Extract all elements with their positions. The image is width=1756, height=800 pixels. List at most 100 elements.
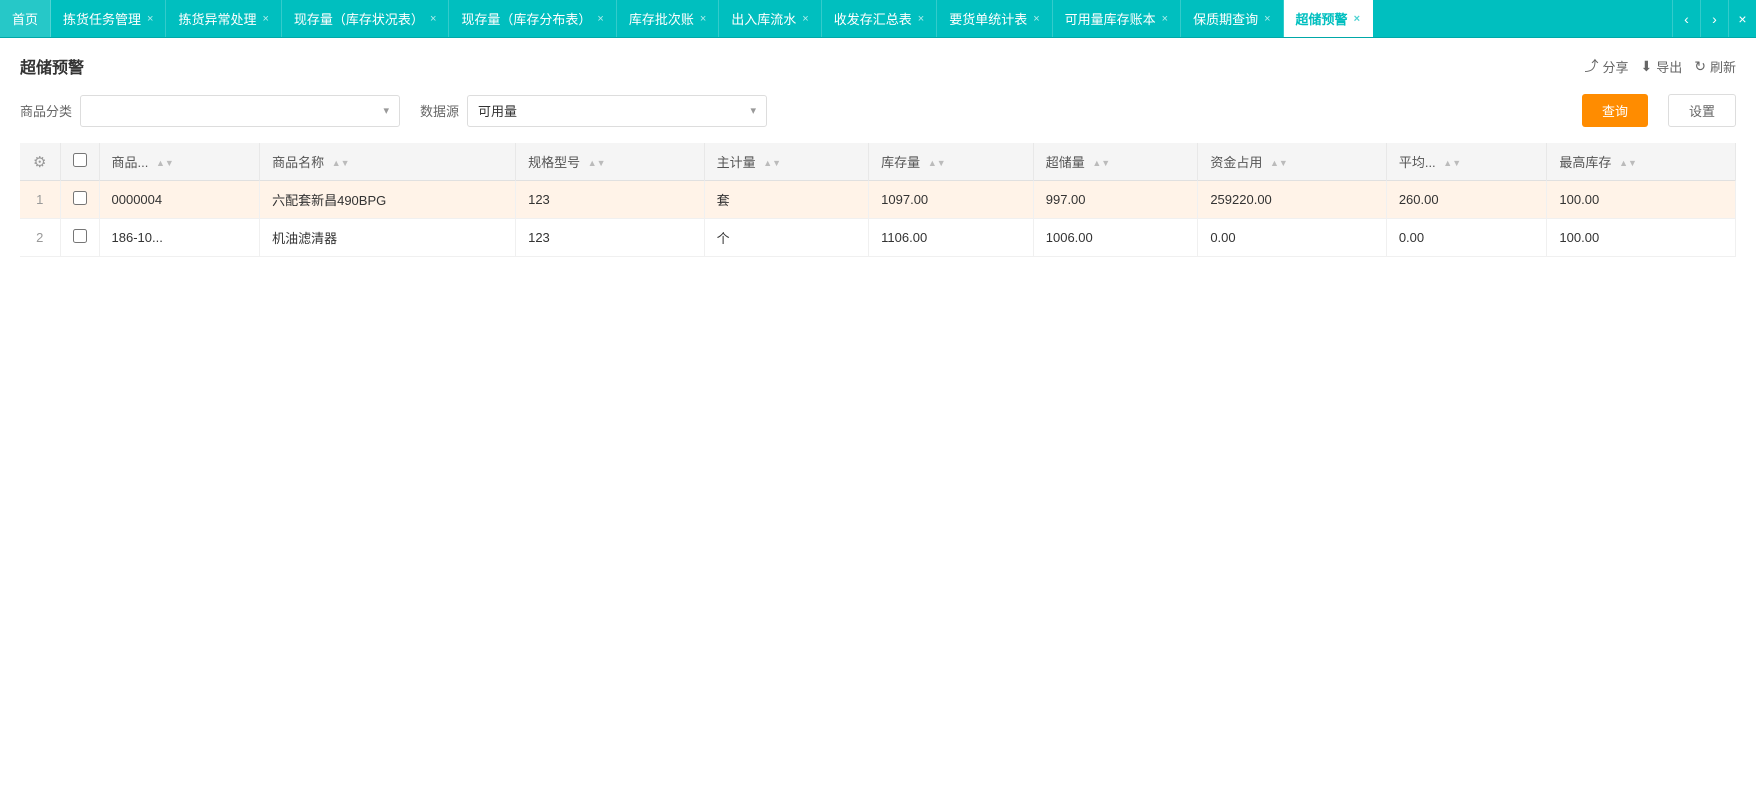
gear-header: ⚙ — [20, 143, 60, 181]
col-avg-label: 平均... — [1399, 155, 1436, 170]
datasource-select-value: 可用量 — [478, 101, 517, 120]
col-unit[interactable]: 主计量 ▲▼ — [704, 143, 869, 181]
cell-max-stock: 100.00 — [1547, 219, 1736, 257]
cell-spec: 123 — [516, 181, 705, 219]
row-checkbox[interactable] — [73, 229, 87, 243]
nav-tab-7[interactable]: 收发存汇总表 × — [822, 0, 937, 37]
col-product-code[interactable]: 商品... ▲▼ — [99, 143, 260, 181]
table-header-row: ⚙ 商品... ▲▼ 商品名称 ▲▼ 规格型号 ▲▼ — [20, 143, 1736, 181]
cell-avg: 0.00 — [1386, 219, 1547, 257]
nav-tab-4-close[interactable]: × — [597, 13, 603, 25]
cell-overstock: 997.00 — [1033, 181, 1198, 219]
select-all-checkbox[interactable] — [73, 153, 87, 167]
nav-tab-11-close[interactable]: × — [1354, 13, 1360, 25]
gear-settings-icon[interactable]: ⚙ — [33, 154, 46, 171]
nav-tab-11-label: 超储预警 — [1296, 9, 1348, 28]
category-select[interactable]: ▾ — [80, 95, 400, 127]
cell-overstock: 1006.00 — [1033, 219, 1198, 257]
datasource-select[interactable]: 可用量 ▾ — [467, 95, 767, 127]
sort-icon-0: ▲▼ — [156, 159, 174, 168]
nav-tab-4[interactable]: 现存量（库存分布表） × — [449, 0, 616, 37]
query-button[interactable]: 查询 — [1582, 94, 1648, 127]
nav-tab-9[interactable]: 可用量库存账本 × — [1053, 0, 1181, 37]
col-unit-label: 主计量 — [717, 155, 756, 170]
nav-tab-1-close[interactable]: × — [147, 13, 153, 25]
refresh-button[interactable]: ↻ 刷新 — [1694, 57, 1736, 76]
col-spec-label: 规格型号 — [528, 155, 580, 170]
nav-tab-7-close[interactable]: × — [918, 13, 924, 25]
col-stock-label: 库存量 — [881, 155, 920, 170]
export-button[interactable]: ⬇ 导出 — [1641, 57, 1683, 76]
nav-tab-4-label: 现存量（库存分布表） — [461, 9, 591, 28]
nav-tab-home-label: 首页 — [12, 9, 38, 28]
nav-tab-5-close[interactable]: × — [700, 13, 706, 25]
row-number: 1 — [20, 181, 60, 219]
datasource-filter-label: 数据源 — [420, 101, 459, 120]
page-content: 超储预警 ⤴ 分享 ⬇ 导出 ↻ 刷新 商品分类 ▾ 数据源 — [0, 38, 1756, 800]
nav-tab-1-label: 拣货任务管理 — [63, 9, 141, 28]
settings-button[interactable]: 设置 — [1668, 94, 1736, 127]
nav-tab-3-close[interactable]: × — [430, 13, 436, 25]
nav-tab-7-label: 收发存汇总表 — [834, 9, 912, 28]
col-overstock[interactable]: 超储量 ▲▼ — [1033, 143, 1198, 181]
row-checkbox-cell — [60, 219, 99, 257]
nav-tab-10[interactable]: 保质期查询 × — [1181, 0, 1283, 37]
export-icon: ⬇ — [1641, 58, 1653, 75]
col-avg[interactable]: 平均... ▲▼ — [1386, 143, 1547, 181]
cell-product-code: 186-10... — [99, 219, 260, 257]
col-max-stock[interactable]: 最高库存 ▲▼ — [1547, 143, 1736, 181]
sort-icon-5: ▲▼ — [1092, 159, 1110, 168]
sort-icon-7: ▲▼ — [1443, 159, 1461, 168]
cell-unit: 套 — [704, 181, 869, 219]
chevron-down-icon-2: ▾ — [751, 104, 757, 117]
nav-more-button[interactable]: × — [1728, 0, 1756, 37]
nav-tab-10-label: 保质期查询 — [1193, 9, 1258, 28]
nav-tab-5-label: 库存批次账 — [629, 9, 694, 28]
nav-tab-6-label: 出入库流水 — [731, 9, 796, 28]
sort-icon-3: ▲▼ — [763, 159, 781, 168]
nav-tab-3[interactable]: 现存量（库存状况表） × — [282, 0, 449, 37]
nav-tab-8-label: 要货单统计表 — [949, 9, 1027, 28]
nav-tab-5[interactable]: 库存批次账 × — [617, 0, 719, 37]
cell-capital: 0.00 — [1198, 219, 1387, 257]
sort-icon-6: ▲▼ — [1270, 159, 1288, 168]
share-icon: ⤴ — [1584, 56, 1598, 76]
col-capital-label: 资金占用 — [1210, 155, 1262, 170]
nav-tab-10-close[interactable]: × — [1264, 13, 1270, 25]
nav-tab-2-close[interactable]: × — [262, 13, 268, 25]
row-number: 2 — [20, 219, 60, 257]
nav-tab-1[interactable]: 拣货任务管理 × — [51, 0, 166, 37]
nav-tab-9-label: 可用量库存账本 — [1065, 9, 1156, 28]
nav-prev-button[interactable]: ‹ — [1672, 0, 1700, 37]
nav-tab-home[interactable]: 首页 — [0, 0, 51, 37]
nav-tab-6[interactable]: 出入库流水 × — [719, 0, 821, 37]
datasource-filter: 数据源 可用量 ▾ — [420, 95, 767, 127]
refresh-label: 刷新 — [1710, 57, 1736, 76]
col-overstock-label: 超储量 — [1046, 155, 1085, 170]
share-button[interactable]: ⤴ 分享 — [1584, 56, 1628, 76]
top-nav: 首页 拣货任务管理 × 拣货异常处理 × 现存量（库存状况表） × 现存量（库存… — [0, 0, 1756, 38]
sort-icon-2: ▲▼ — [588, 159, 606, 168]
nav-next-button[interactable]: › — [1700, 0, 1728, 37]
row-checkbox[interactable] — [73, 191, 87, 205]
col-product-name[interactable]: 商品名称 ▲▼ — [260, 143, 516, 181]
select-all-header — [60, 143, 99, 181]
cell-product-name: 六配套新昌490BPG — [260, 181, 516, 219]
nav-tab-11[interactable]: 超储预警 × — [1284, 0, 1373, 37]
nav-tab-8[interactable]: 要货单统计表 × — [937, 0, 1052, 37]
cell-spec: 123 — [516, 219, 705, 257]
col-stock[interactable]: 库存量 ▲▼ — [869, 143, 1034, 181]
nav-tab-6-close[interactable]: × — [802, 13, 808, 25]
nav-tab-9-close[interactable]: × — [1162, 13, 1168, 25]
cell-product-code: 0000004 — [99, 181, 260, 219]
cell-avg: 260.00 — [1386, 181, 1547, 219]
page-header: 超储预警 ⤴ 分享 ⬇ 导出 ↻ 刷新 — [20, 54, 1736, 78]
col-capital[interactable]: 资金占用 ▲▼ — [1198, 143, 1387, 181]
share-label: 分享 — [1602, 57, 1628, 76]
cell-capital: 259220.00 — [1198, 181, 1387, 219]
nav-tab-2[interactable]: 拣货异常处理 × — [166, 0, 281, 37]
col-spec[interactable]: 规格型号 ▲▼ — [516, 143, 705, 181]
table-container: ⚙ 商品... ▲▼ 商品名称 ▲▼ 规格型号 ▲▼ — [20, 143, 1736, 257]
filter-row: 商品分类 ▾ 数据源 可用量 ▾ 查询 设置 — [20, 94, 1736, 127]
nav-tab-8-close[interactable]: × — [1033, 13, 1039, 25]
